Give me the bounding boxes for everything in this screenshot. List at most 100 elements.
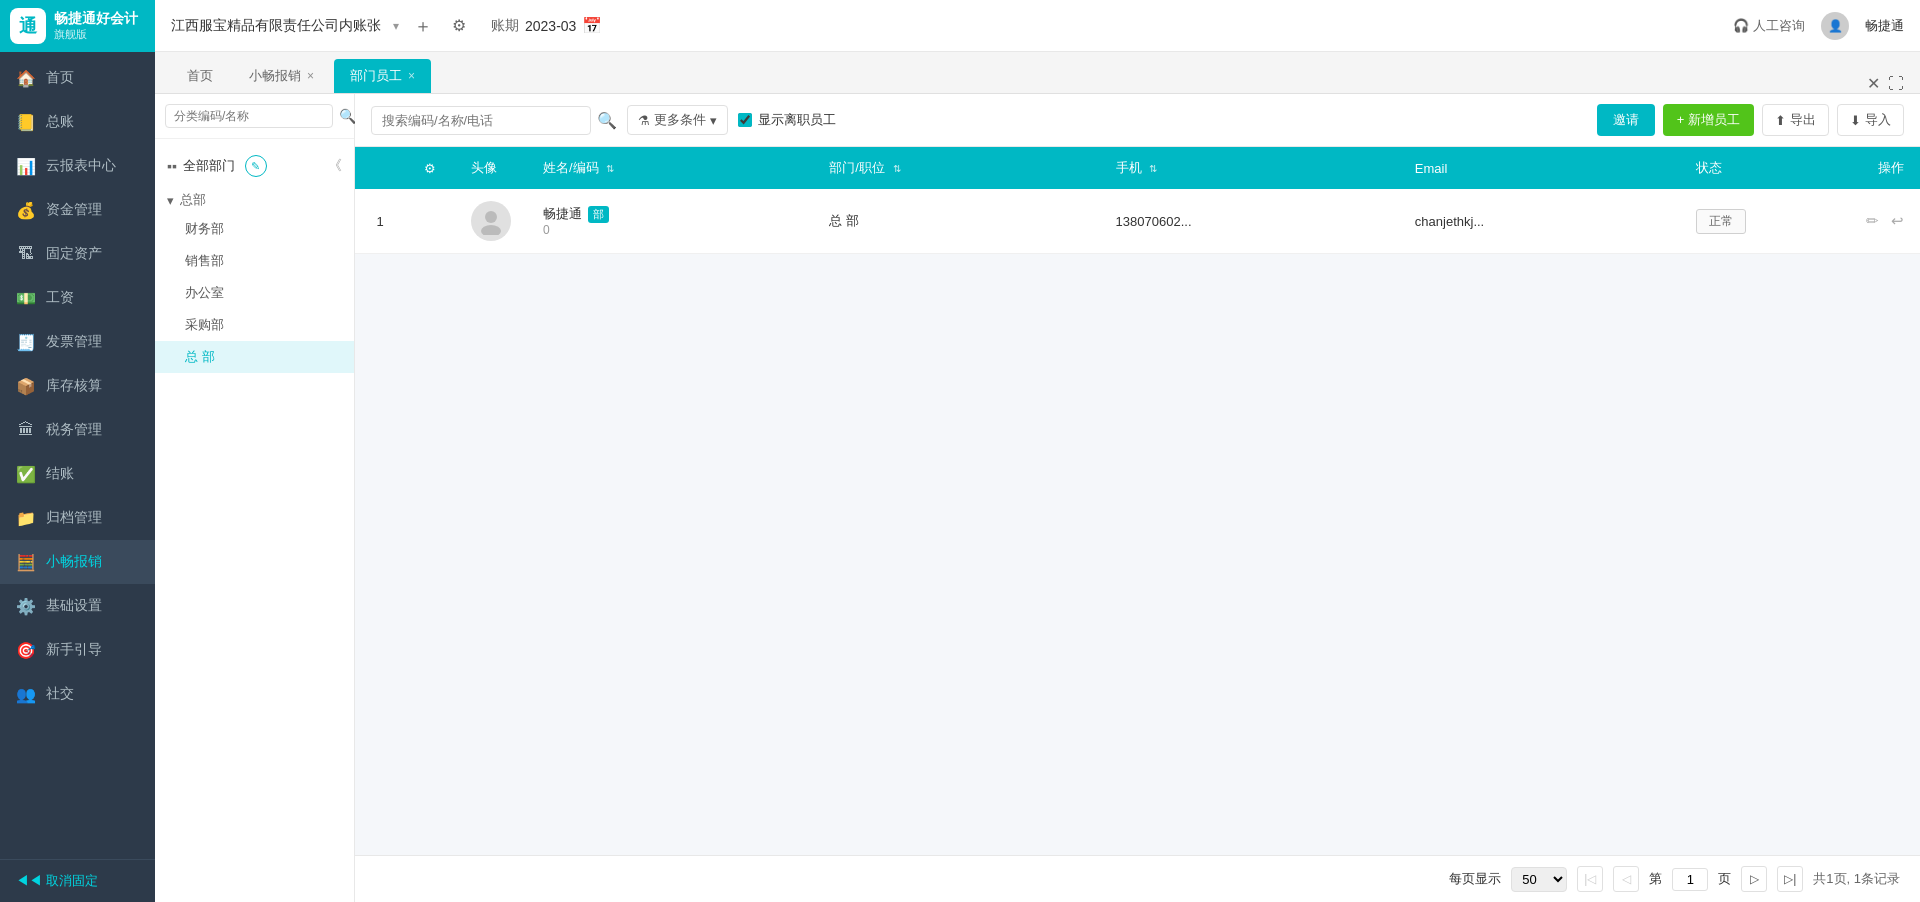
sidebar-label-invoice-mgmt: 发票管理 bbox=[46, 333, 102, 351]
tab-close-all-button[interactable]: ✕ bbox=[1867, 74, 1880, 93]
social-icon: 👥 bbox=[16, 684, 36, 704]
sidebar-item-basic-settings[interactable]: ⚙️ 基础设置 bbox=[0, 584, 155, 628]
sort-dept-icon: ⇅ bbox=[893, 163, 901, 174]
col-actions: 操作 bbox=[1800, 147, 1920, 189]
tab-deptemployee[interactable]: 部门员工 × bbox=[334, 59, 431, 93]
logout-button[interactable]: ↩ bbox=[1891, 212, 1904, 230]
edit-button[interactable]: ✏ bbox=[1866, 212, 1879, 230]
col-phone[interactable]: 手机 ⇅ bbox=[1100, 147, 1399, 189]
sidebar-item-ledger[interactable]: 📒 总账 bbox=[0, 100, 155, 144]
sidebar-label-archive-mgmt: 归档管理 bbox=[46, 509, 102, 527]
main-area: 江西服宝精品有限责任公司内账张 ▾ ＋ ⚙ 账期 2023-03 📅 🎧 人工咨… bbox=[155, 0, 1920, 902]
app-version: 旗舰版 bbox=[54, 27, 138, 42]
dept-search-bar: 🔍 bbox=[155, 94, 354, 139]
tax-mgmt-icon: 🏛 bbox=[16, 420, 36, 440]
sidebar-item-reports[interactable]: 📊 云报表中心 bbox=[0, 144, 155, 188]
sidebar-item-inventory[interactable]: 📦 库存核算 bbox=[0, 364, 155, 408]
toolbar-right: 邀请 + 新增员工 ⬆ 导出 ⬇ 导入 bbox=[1597, 104, 1904, 136]
col-avatar: 头像 bbox=[455, 147, 527, 189]
import-button[interactable]: ⬇ 导入 bbox=[1837, 104, 1904, 136]
dept-search-button[interactable]: 🔍 bbox=[339, 108, 356, 124]
page-number-input[interactable] bbox=[1672, 868, 1708, 891]
dept-badge: 部 bbox=[588, 206, 609, 223]
settings-button[interactable]: ⚙ bbox=[447, 14, 471, 38]
sidebar-label-social: 社交 bbox=[46, 685, 74, 703]
emp-search-button[interactable]: 🔍 bbox=[597, 111, 617, 130]
dept-collapse-button[interactable]: 《 bbox=[328, 157, 342, 175]
dept-item-office[interactable]: 办公室 bbox=[155, 277, 354, 309]
export-button[interactable]: ⬆ 导出 bbox=[1762, 104, 1829, 136]
sidebar-item-assets-mgmt[interactable]: 💰 资金管理 bbox=[0, 188, 155, 232]
dept-item-purchase[interactable]: 采购部 bbox=[155, 309, 354, 341]
sidebar-item-tax-mgmt[interactable]: 🏛 税务管理 bbox=[0, 408, 155, 452]
sidebar-item-salary[interactable]: 💵 工资 bbox=[0, 276, 155, 320]
sidebar-label-settlement: 结账 bbox=[46, 465, 74, 483]
per-page-select[interactable]: 50 10 20 100 bbox=[1511, 867, 1567, 892]
sidebar-item-archive-mgmt[interactable]: 📁 归档管理 bbox=[0, 496, 155, 540]
prev-page-button[interactable]: ◁ bbox=[1613, 866, 1639, 892]
tab-expand-button[interactable]: ⛶ bbox=[1888, 75, 1904, 93]
per-page-label: 每页显示 bbox=[1449, 870, 1501, 888]
add-emp-label: + 新增员工 bbox=[1677, 111, 1740, 129]
show-resigned-label[interactable]: 显示离职员工 bbox=[738, 111, 836, 129]
sidebar-item-social[interactable]: 👥 社交 bbox=[0, 672, 155, 716]
tab-xiaochangbaoxiao-close[interactable]: × bbox=[307, 69, 314, 83]
show-resigned-text: 显示离职员工 bbox=[758, 111, 836, 129]
filter-more-button[interactable]: ⚗ 更多条件 ▾ bbox=[627, 105, 728, 135]
tab-home[interactable]: 首页 bbox=[171, 59, 229, 93]
export-icon: ⬆ bbox=[1775, 113, 1786, 128]
status-badge: 正常 bbox=[1696, 209, 1746, 234]
headset-icon: 🎧 bbox=[1733, 18, 1749, 33]
unpin-label: ◀◀ 取消固定 bbox=[16, 872, 98, 890]
sidebar-item-invoice-mgmt[interactable]: 🧾 发票管理 bbox=[0, 320, 155, 364]
pagination-bar: 每页显示 50 10 20 100 |◁ ◁ 第 页 ▷ ▷| 共1页, 1条记… bbox=[355, 855, 1920, 902]
col-settings[interactable]: ⚙ bbox=[405, 147, 455, 189]
last-page-button[interactable]: ▷| bbox=[1777, 866, 1803, 892]
inventory-icon: 📦 bbox=[16, 376, 36, 396]
calendar-icon[interactable]: 📅 bbox=[582, 16, 602, 35]
invite-button[interactable]: 邀请 bbox=[1597, 104, 1655, 136]
app-name: 畅捷通好会计 bbox=[54, 10, 138, 27]
sidebar-label-salary: 工资 bbox=[46, 289, 74, 307]
left-dept-panel: 🔍 ▪▪ 全部部门 ✎ 《 ▾ 总部 财务部 销售部 办公室 采购部 总 部 bbox=[155, 94, 355, 902]
newbie-guide-icon: 🎯 bbox=[16, 640, 36, 660]
first-page-button[interactable]: |◁ bbox=[1577, 866, 1603, 892]
tab-deptemployee-close[interactable]: × bbox=[408, 69, 415, 83]
emp-search-input[interactable] bbox=[371, 106, 591, 135]
add-employee-button[interactable]: + 新增员工 bbox=[1663, 104, 1754, 136]
export-label: 导出 bbox=[1790, 111, 1816, 129]
sidebar-label-xiaochangbaoxiao: 小畅报销 bbox=[46, 553, 102, 571]
sidebar-item-newbie-guide[interactable]: 🎯 新手引导 bbox=[0, 628, 155, 672]
dept-item-finance[interactable]: 财务部 bbox=[155, 213, 354, 245]
sidebar-item-home[interactable]: 🏠 首页 bbox=[0, 56, 155, 100]
import-icon: ⬇ bbox=[1850, 113, 1861, 128]
dept-edit-button[interactable]: ✎ bbox=[245, 155, 267, 177]
next-page-button[interactable]: ▷ bbox=[1741, 866, 1767, 892]
col-name-code[interactable]: 姓名/编码 ⇅ bbox=[527, 147, 813, 189]
col-dept-position[interactable]: 部门/职位 ⇅ bbox=[813, 147, 1099, 189]
sidebar-item-xiaochangbaoxiao[interactable]: 🧮 小畅报销 bbox=[0, 540, 155, 584]
company-dropdown-icon[interactable]: ▾ bbox=[393, 19, 399, 33]
cell-phone: 138070602... bbox=[1100, 189, 1399, 254]
sidebar-pin-toggle[interactable]: ◀◀ 取消固定 bbox=[0, 859, 155, 902]
tab-xiaochangbaoxiao[interactable]: 小畅报销 × bbox=[233, 59, 330, 93]
sidebar-label-inventory: 库存核算 bbox=[46, 377, 102, 395]
dept-item-sales[interactable]: 销售部 bbox=[155, 245, 354, 277]
dept-all-header[interactable]: ▪▪ 全部部门 ✎ 《 bbox=[155, 147, 354, 185]
svg-point-0 bbox=[485, 211, 497, 223]
cell-status: 正常 bbox=[1680, 189, 1800, 254]
support-button[interactable]: 🎧 人工咨询 bbox=[1733, 17, 1805, 35]
ledger-icon: 📒 bbox=[16, 112, 36, 132]
sidebar-item-settlement[interactable]: ✅ 结账 bbox=[0, 452, 155, 496]
sidebar-logo: 通 畅捷通好会计 旗舰版 bbox=[0, 0, 155, 52]
show-resigned-checkbox[interactable] bbox=[738, 113, 752, 127]
add-company-button[interactable]: ＋ bbox=[411, 14, 435, 38]
tab-bar-controls: ✕ ⛶ bbox=[1867, 74, 1904, 93]
filter-icon: ⚗ bbox=[638, 113, 650, 128]
avatar-icon: 👤 bbox=[1828, 19, 1843, 33]
sidebar-label-fixed-assets: 固定资产 bbox=[46, 245, 102, 263]
dept-search-input[interactable] bbox=[165, 104, 333, 128]
dept-item-general[interactable]: 总 部 bbox=[155, 341, 354, 373]
company-name: 江西服宝精品有限责任公司内账张 bbox=[171, 17, 381, 35]
sidebar-item-fixed-assets[interactable]: 🏗 固定资产 bbox=[0, 232, 155, 276]
